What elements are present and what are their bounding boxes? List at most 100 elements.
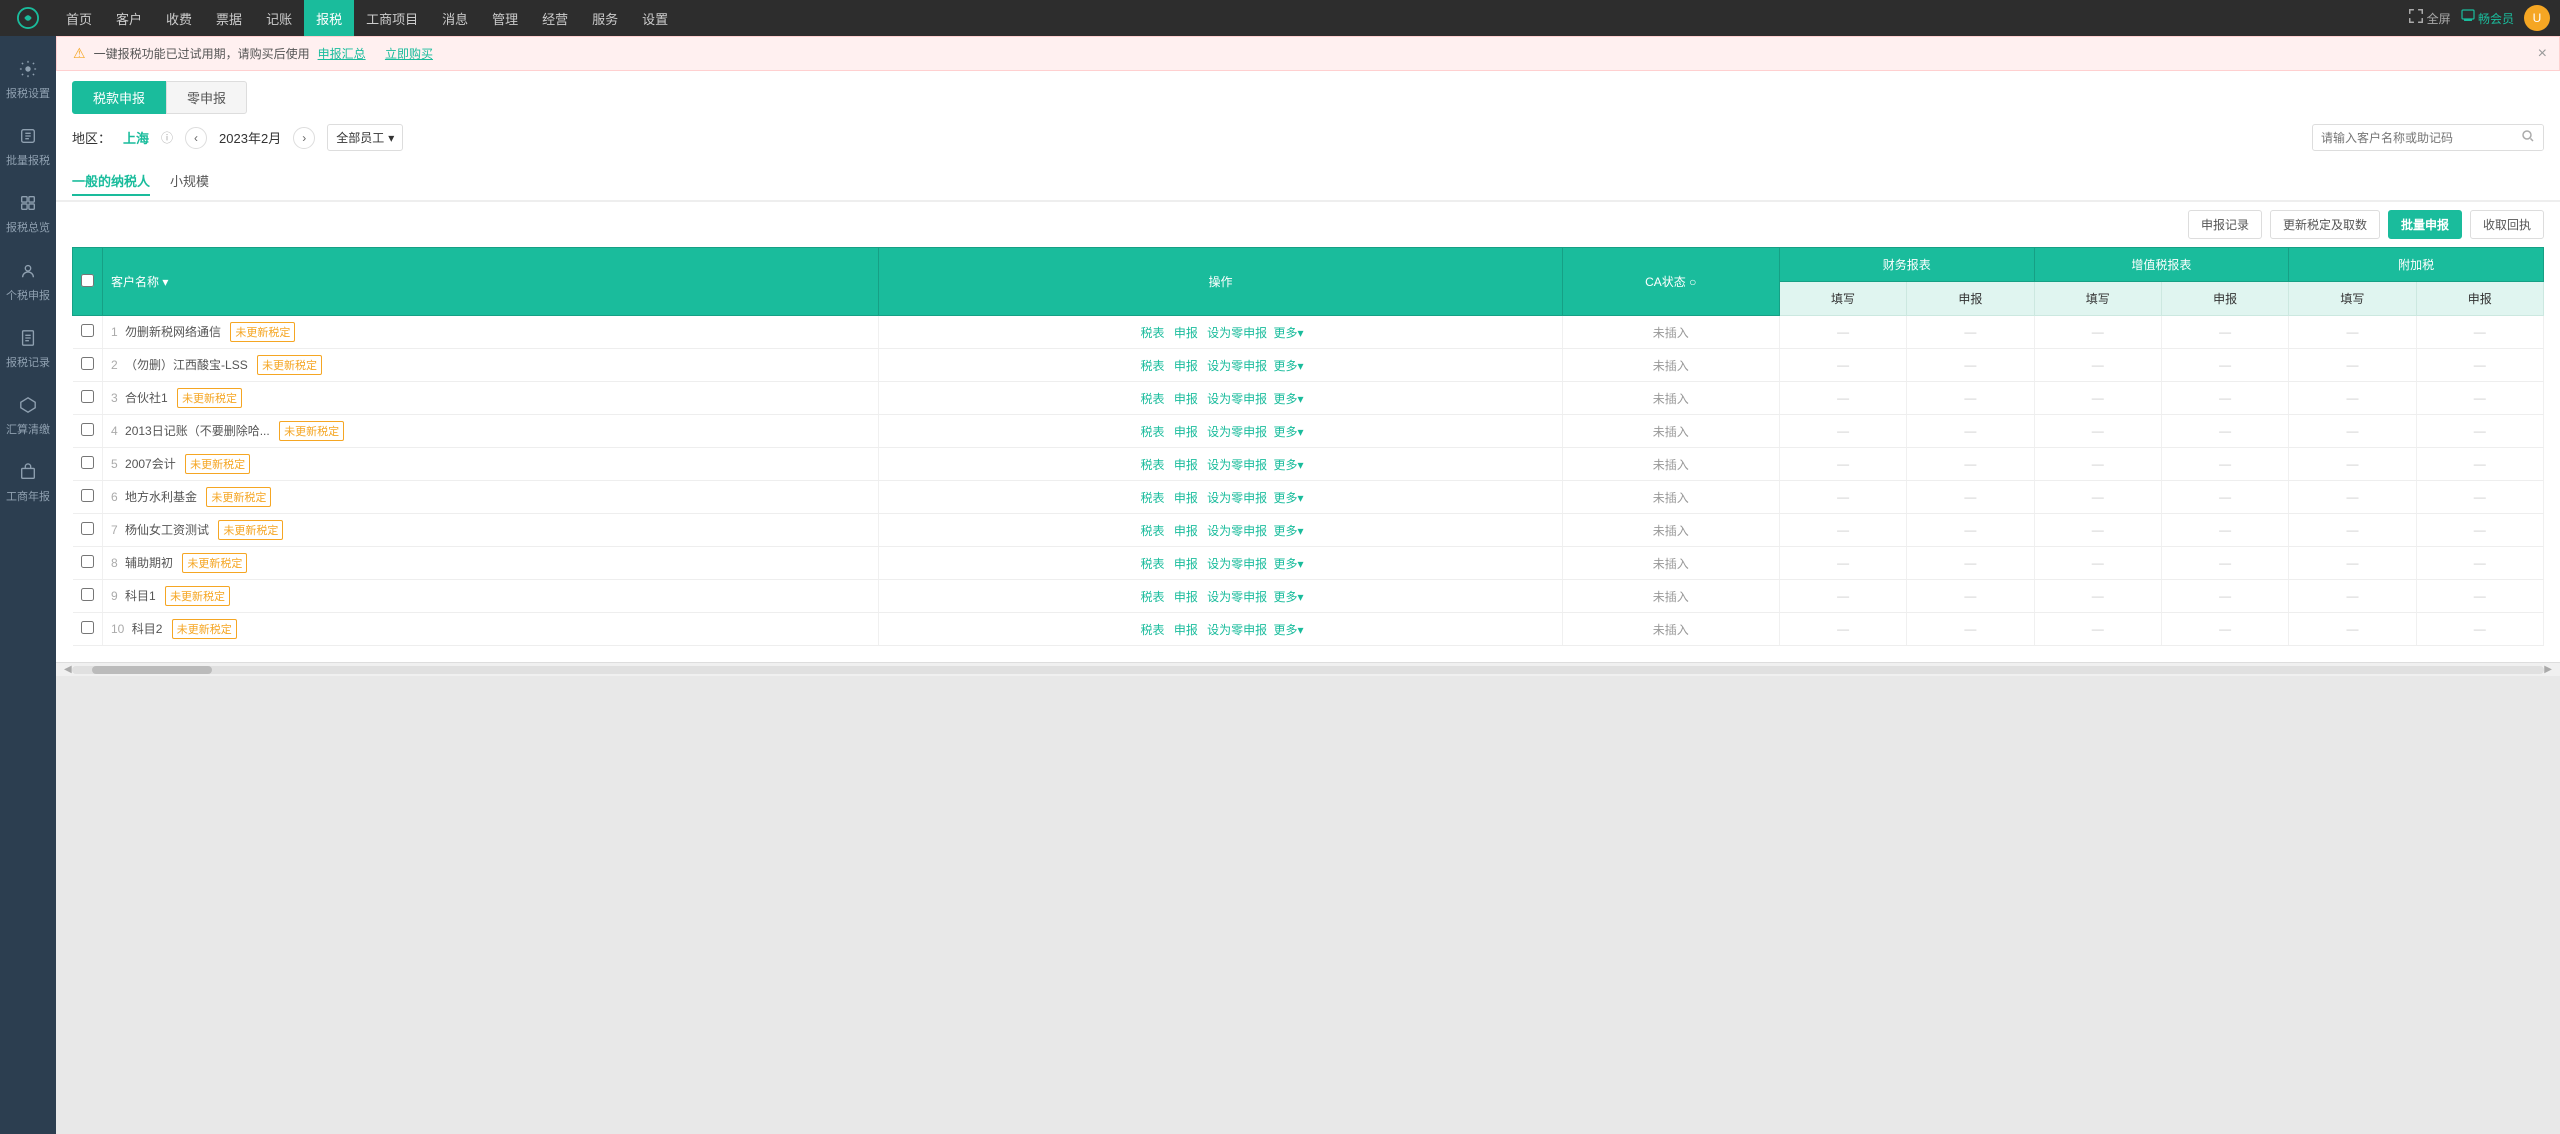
staff-label: 全部员工 <box>336 129 384 146</box>
op-taxform[interactable]: 税表 <box>1140 491 1164 505</box>
op-taxform[interactable]: 税表 <box>1140 425 1164 439</box>
scroll-left-arrow[interactable]: ◀ <box>64 664 72 675</box>
sidebar-item-overview[interactable]: 报税总览 <box>0 178 56 245</box>
nav-business[interactable]: 工商项目 <box>354 0 430 36</box>
op-declare[interactable]: 申报 <box>1174 458 1198 472</box>
table-row: 4 2013日记账（不要删除哈... 未更新税定 税表 申报 设为零申报 更多▾… <box>73 415 2544 448</box>
op-declare[interactable]: 申报 <box>1174 590 1198 604</box>
op-more[interactable]: 更多▾ <box>1274 392 1304 406</box>
op-zero-declare[interactable]: 设为零申报 <box>1207 590 1267 604</box>
nav-tax[interactable]: 报税 <box>304 0 354 36</box>
op-declare[interactable]: 申报 <box>1174 557 1198 571</box>
row-checkbox[interactable] <box>81 489 94 502</box>
scroll-right-arrow[interactable]: ▶ <box>2544 664 2552 675</box>
nav-operation[interactable]: 经营 <box>530 0 580 36</box>
op-taxform[interactable]: 税表 <box>1140 458 1164 472</box>
taxpayer-tab-small[interactable]: 小规模 <box>170 167 209 196</box>
nav-billing[interactable]: 收费 <box>154 0 204 36</box>
op-more[interactable]: 更多▾ <box>1274 458 1304 472</box>
op-taxform[interactable]: 税表 <box>1140 557 1164 571</box>
row-checkbox[interactable] <box>81 555 94 568</box>
op-taxform[interactable]: 税表 <box>1140 590 1164 604</box>
op-more[interactable]: 更多▾ <box>1274 623 1304 637</box>
op-zero-declare[interactable]: 设为零申报 <box>1207 458 1267 472</box>
sidebar-item-personal-tax[interactable]: 个税申报 <box>0 246 56 313</box>
row-checkbox[interactable] <box>81 588 94 601</box>
row-col-4: — <box>2289 547 2416 580</box>
op-declare[interactable]: 申报 <box>1174 623 1198 637</box>
nav-message[interactable]: 消息 <box>430 0 480 36</box>
row-col-0: — <box>1779 316 1906 349</box>
sidebar-label-batch-tax: 批量报税 <box>6 155 50 168</box>
nav-home[interactable]: 首页 <box>54 0 104 36</box>
nav-service[interactable]: 服务 <box>580 0 630 36</box>
row-checkbox[interactable] <box>81 423 94 436</box>
search-input[interactable] <box>2313 127 2513 149</box>
op-declare[interactable]: 申报 <box>1174 425 1198 439</box>
op-zero-declare[interactable]: 设为零申报 <box>1207 359 1267 373</box>
staff-select[interactable]: 全部员工 ▾ <box>327 124 403 151</box>
sidebar-item-annual-settle[interactable]: 汇算清缴 <box>0 380 56 447</box>
op-zero-declare[interactable]: 设为零申报 <box>1207 425 1267 439</box>
nav-accounting[interactable]: 记账 <box>254 0 304 36</box>
member-btn[interactable]: 畅会员 <box>2461 9 2514 27</box>
sidebar-item-business-annual[interactable]: 工商年报 <box>0 447 56 514</box>
row-checkbox[interactable] <box>81 390 94 403</box>
op-taxform[interactable]: 税表 <box>1140 392 1164 406</box>
info-icon[interactable]: ⓘ <box>161 129 173 146</box>
op-more[interactable]: 更多▾ <box>1274 590 1304 604</box>
update-tax-btn[interactable]: 更新税定及取数 <box>2270 210 2380 239</box>
op-more[interactable]: 更多▾ <box>1274 491 1304 505</box>
op-declare[interactable]: 申报 <box>1174 491 1198 505</box>
op-zero-declare[interactable]: 设为零申报 <box>1207 524 1267 538</box>
declare-record-btn[interactable]: 申报记录 <box>2188 210 2262 239</box>
notice-close-btn[interactable]: × <box>2538 45 2547 63</box>
fullscreen-btn[interactable]: 全屏 <box>2409 9 2450 27</box>
op-taxform[interactable]: 税表 <box>1140 326 1164 340</box>
search-button[interactable] <box>2513 125 2543 150</box>
op-zero-declare[interactable]: 设为零申报 <box>1207 491 1267 505</box>
nav-customer[interactable]: 客户 <box>104 0 154 36</box>
nav-manage[interactable]: 管理 <box>480 0 530 36</box>
op-declare[interactable]: 申报 <box>1174 392 1198 406</box>
op-zero-declare[interactable]: 设为零申报 <box>1207 326 1267 340</box>
op-more[interactable]: 更多▾ <box>1274 557 1304 571</box>
op-taxform[interactable]: 税表 <box>1140 524 1164 538</box>
op-taxform[interactable]: 税表 <box>1140 623 1164 637</box>
op-zero-declare[interactable]: 设为零申报 <box>1207 623 1267 637</box>
tab-tax-declaration[interactable]: 税款申报 <box>72 81 166 114</box>
op-taxform[interactable]: 税表 <box>1140 359 1164 373</box>
row-checkbox[interactable] <box>81 324 94 337</box>
sidebar-item-tax-settings[interactable]: 报税设置 <box>0 44 56 111</box>
select-all-checkbox[interactable] <box>81 274 94 287</box>
sidebar-item-batch-tax[interactable]: 批量报税 <box>0 111 56 178</box>
op-more[interactable]: 更多▾ <box>1274 359 1304 373</box>
tab-zero-declaration[interactable]: 零申报 <box>166 81 247 114</box>
op-declare[interactable]: 申报 <box>1174 524 1198 538</box>
row-customer-name: 3 合伙社1 未更新税定 <box>103 382 879 415</box>
batch-declare-btn[interactable]: 批量申报 <box>2388 210 2462 239</box>
scroll-thumb[interactable] <box>92 666 212 674</box>
op-more[interactable]: 更多▾ <box>1274 326 1304 340</box>
notice-link-summary[interactable]: 申报汇总 <box>318 45 366 62</box>
date-next-btn[interactable]: › <box>293 127 315 149</box>
op-declare[interactable]: 申报 <box>1174 326 1198 340</box>
op-more[interactable]: 更多▾ <box>1274 425 1304 439</box>
notice-link-buy[interactable]: 立即购买 <box>385 45 433 62</box>
op-zero-declare[interactable]: 设为零申报 <box>1207 557 1267 571</box>
op-declare[interactable]: 申报 <box>1174 359 1198 373</box>
sidebar-item-tax-record[interactable]: 报税记录 <box>0 313 56 380</box>
nav-settings[interactable]: 设置 <box>630 0 680 36</box>
row-checkbox[interactable] <box>81 621 94 634</box>
user-avatar[interactable]: U <box>2524 5 2550 31</box>
row-checkbox[interactable] <box>81 522 94 535</box>
date-prev-btn[interactable]: ‹ <box>185 127 207 149</box>
taxpayer-tab-general[interactable]: 一般的纳税人 <box>72 167 150 196</box>
collect-receipt-btn[interactable]: 收取回执 <box>2470 210 2544 239</box>
op-more[interactable]: 更多▾ <box>1274 524 1304 538</box>
row-checkbox[interactable] <box>81 357 94 370</box>
horizontal-scrollbar[interactable]: ◀ ▶ <box>56 662 2560 676</box>
row-checkbox[interactable] <box>81 456 94 469</box>
nav-invoice[interactable]: 票据 <box>204 0 254 36</box>
op-zero-declare[interactable]: 设为零申报 <box>1207 392 1267 406</box>
